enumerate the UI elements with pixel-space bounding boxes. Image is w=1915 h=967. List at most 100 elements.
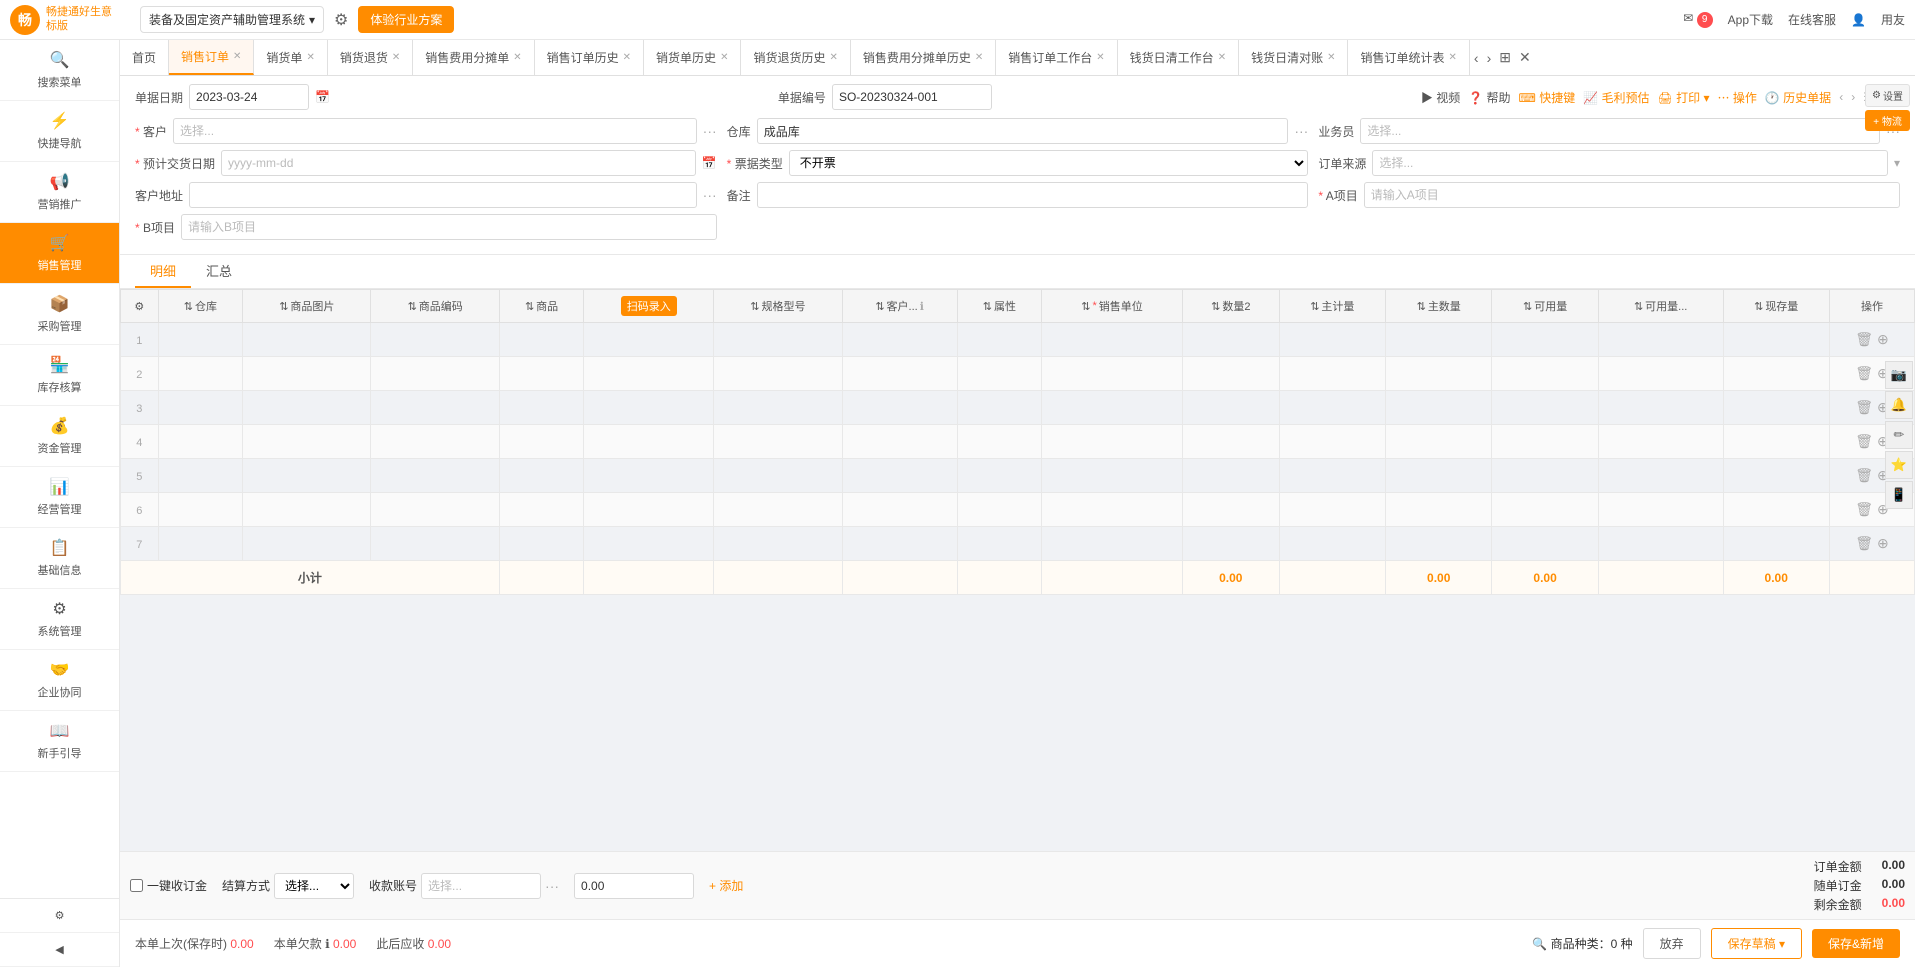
delete-row-button[interactable]: 🗑 bbox=[1855, 501, 1873, 518]
sidebar-item-guide[interactable]: 📖 新手引导 bbox=[0, 711, 119, 772]
tab-sales-summary[interactable]: 销售订单统计表 ✕ bbox=[1348, 40, 1469, 75]
app-selector[interactable]: 装备及固定资产辅助管理系统 ▾ bbox=[140, 6, 324, 33]
sidebar-item-enterprise[interactable]: 🤝 企业协同 bbox=[0, 650, 119, 711]
solution-button[interactable]: 体验行业方案 bbox=[358, 6, 454, 33]
online-service-link[interactable]: 在线客服 bbox=[1788, 11, 1836, 28]
tab-close-icon[interactable]: ✕ bbox=[720, 52, 728, 63]
tab-close-icon[interactable]: ✕ bbox=[975, 52, 983, 63]
tab-close-icon[interactable]: ✕ bbox=[306, 52, 314, 63]
sidebar-item-purchase[interactable]: 📦 采购管理 bbox=[0, 284, 119, 345]
tab-cash-daily-workbench[interactable]: 钱货日清工作台 ✕ bbox=[1118, 40, 1239, 75]
receipt-account-input[interactable] bbox=[421, 873, 541, 899]
tab-close-icon[interactable]: ✕ bbox=[233, 51, 241, 62]
more-icon[interactable]: ··· bbox=[1294, 123, 1308, 139]
date-input[interactable] bbox=[189, 84, 309, 110]
tab-cash-reconcile[interactable]: 钱货日清对账 ✕ bbox=[1239, 40, 1348, 75]
help-btn[interactable]: ❓ 帮助 bbox=[1468, 89, 1510, 106]
tab-sales-order-history[interactable]: 销售订单历史 ✕ bbox=[535, 40, 644, 75]
tab-close-all-icon[interactable]: ✕ bbox=[1515, 49, 1535, 66]
sidebar-item-finance[interactable]: 💰 资金管理 bbox=[0, 406, 119, 467]
sidebar-item-basic[interactable]: 📋 基础信息 bbox=[0, 528, 119, 589]
tab-detail[interactable]: 明细 bbox=[135, 255, 191, 288]
one-click-checkbox-input[interactable] bbox=[130, 879, 143, 892]
float-edit-btn[interactable]: ✏ bbox=[1885, 421, 1913, 449]
invoice-type-select[interactable]: 不开票 增值税专用发票 增值税普通发票 bbox=[789, 150, 1309, 176]
tab-summary[interactable]: 汇总 bbox=[191, 255, 247, 288]
tab-sales-refund[interactable]: 销货退货 ✕ bbox=[328, 40, 413, 75]
tab-sales-fee-history[interactable]: 销售费用分摊单历史 ✕ bbox=[851, 40, 996, 75]
chevron-down-icon[interactable]: ▾ bbox=[1894, 156, 1900, 170]
tab-close-icon[interactable]: ✕ bbox=[392, 52, 400, 63]
delete-row-button[interactable]: 🗑 bbox=[1855, 467, 1873, 484]
payment-amount-input[interactable] bbox=[574, 873, 694, 899]
sidebar-item-marketing[interactable]: 📢 营销推广 bbox=[0, 162, 119, 223]
payment-method-select[interactable]: 选择... bbox=[274, 873, 354, 899]
tab-close-icon[interactable]: ✕ bbox=[829, 52, 837, 63]
sidebar-item-quick[interactable]: ⚡ 快捷导航 bbox=[0, 101, 119, 162]
salesperson-input[interactable] bbox=[1360, 118, 1880, 144]
order-no-input[interactable] bbox=[832, 84, 992, 110]
delete-row-button[interactable]: 🗑 bbox=[1855, 433, 1873, 450]
float-star-btn[interactable]: ⭐ bbox=[1885, 451, 1913, 479]
sidebar-item-inventory[interactable]: 🏪 库存核算 bbox=[0, 345, 119, 406]
delete-row-button[interactable]: 🗑 bbox=[1855, 399, 1873, 416]
shortcut-btn[interactable]: ⌨ 快捷键 bbox=[1519, 89, 1576, 106]
tab-next-icon[interactable]: › bbox=[1483, 50, 1496, 66]
next-record-icon[interactable]: › bbox=[1851, 90, 1855, 104]
tab-sales-refund-history[interactable]: 销货退货历史 ✕ bbox=[741, 40, 850, 75]
settings-side-button[interactable]: ⚙ 设置 bbox=[1865, 84, 1910, 107]
tab-close-icon[interactable]: ✕ bbox=[513, 52, 521, 63]
operations-btn[interactable]: ⋯ 操作 bbox=[1718, 89, 1757, 106]
a-project-input[interactable] bbox=[1364, 182, 1900, 208]
history-btn[interactable]: 🕐 历史单据 bbox=[1765, 89, 1831, 106]
float-mobile-btn[interactable]: 📱 bbox=[1885, 481, 1913, 509]
b-project-input[interactable] bbox=[181, 214, 717, 240]
delete-row-button[interactable]: 🗑 bbox=[1855, 365, 1873, 382]
tab-close-icon[interactable]: ✕ bbox=[623, 52, 631, 63]
save-new-button[interactable]: 保存&新增 bbox=[1812, 929, 1900, 958]
preview-btn[interactable]: ▶ 视频 bbox=[1421, 89, 1460, 106]
tab-sales-fee-split[interactable]: 销售费用分摊单 ✕ bbox=[413, 40, 534, 75]
add-logistics-button[interactable]: + 物流 bbox=[1865, 110, 1910, 131]
message-icon[interactable]: ✉ 9 bbox=[1683, 11, 1712, 28]
sidebar-collapse-button[interactable]: ◀ bbox=[0, 933, 119, 967]
tab-close-icon[interactable]: ✕ bbox=[1218, 52, 1226, 63]
more-icon[interactable]: ··· bbox=[703, 187, 717, 203]
tab-sales-return[interactable]: 销货单 ✕ bbox=[254, 40, 327, 75]
add-payment-button[interactable]: + 添加 bbox=[709, 877, 743, 894]
sidebar-item-search[interactable]: 🔍 搜索菜单 bbox=[0, 40, 119, 101]
float-bell-btn[interactable]: 🔔 bbox=[1885, 391, 1913, 419]
tab-more-icon[interactable]: ⊞ bbox=[1495, 49, 1515, 66]
gear-icon[interactable]: ⚙ bbox=[334, 10, 348, 30]
note-input[interactable] bbox=[757, 182, 1309, 208]
customer-input[interactable] bbox=[173, 118, 697, 144]
delete-row-button[interactable]: 🗑 bbox=[1855, 331, 1873, 348]
customer-address-input[interactable] bbox=[189, 182, 697, 208]
sidebar-item-sales[interactable]: 🛒 销售管理 bbox=[0, 223, 119, 284]
copy-row-button[interactable]: ⊕ bbox=[1877, 535, 1889, 552]
sidebar-item-system[interactable]: ⚙ 系统管理 bbox=[0, 589, 119, 650]
save-draft-button[interactable]: 保存草稿 ▾ bbox=[1711, 928, 1802, 959]
profit-btn[interactable]: 📈 毛利预估 bbox=[1583, 89, 1649, 106]
scan-input-button[interactable]: 扫码录入 bbox=[621, 296, 677, 316]
copy-row-button[interactable]: ⊕ bbox=[1877, 331, 1889, 348]
tab-sales-order-workbench[interactable]: 销售订单工作台 ✕ bbox=[996, 40, 1117, 75]
tab-sales-return-history[interactable]: 销货单历史 ✕ bbox=[644, 40, 741, 75]
tab-sales-order[interactable]: 销售订单 ✕ bbox=[169, 40, 254, 75]
float-camera-btn[interactable]: 📷 bbox=[1885, 361, 1913, 389]
warehouse-input[interactable] bbox=[757, 118, 1289, 144]
prev-record-icon[interactable]: ‹ bbox=[1839, 90, 1843, 104]
calendar-icon[interactable]: 📅 bbox=[315, 90, 330, 104]
one-click-checkbox[interactable]: 一键收订金 bbox=[130, 877, 207, 894]
tab-close-icon[interactable]: ✕ bbox=[1449, 52, 1457, 63]
tab-home[interactable]: 首页 bbox=[120, 40, 169, 75]
discard-button[interactable]: 放弃 bbox=[1643, 928, 1701, 959]
tab-close-icon[interactable]: ✕ bbox=[1327, 52, 1335, 63]
more-icon[interactable]: ··· bbox=[703, 123, 717, 139]
print-btn[interactable]: 🖨 打印 ▾ bbox=[1658, 89, 1710, 106]
tab-close-icon[interactable]: ✕ bbox=[1096, 52, 1104, 63]
expected-date-input[interactable] bbox=[221, 150, 696, 176]
tab-prev-icon[interactable]: ‹ bbox=[1470, 50, 1483, 66]
col-header-settings[interactable]: ⚙ bbox=[121, 290, 159, 323]
order-source-input[interactable] bbox=[1372, 150, 1888, 176]
